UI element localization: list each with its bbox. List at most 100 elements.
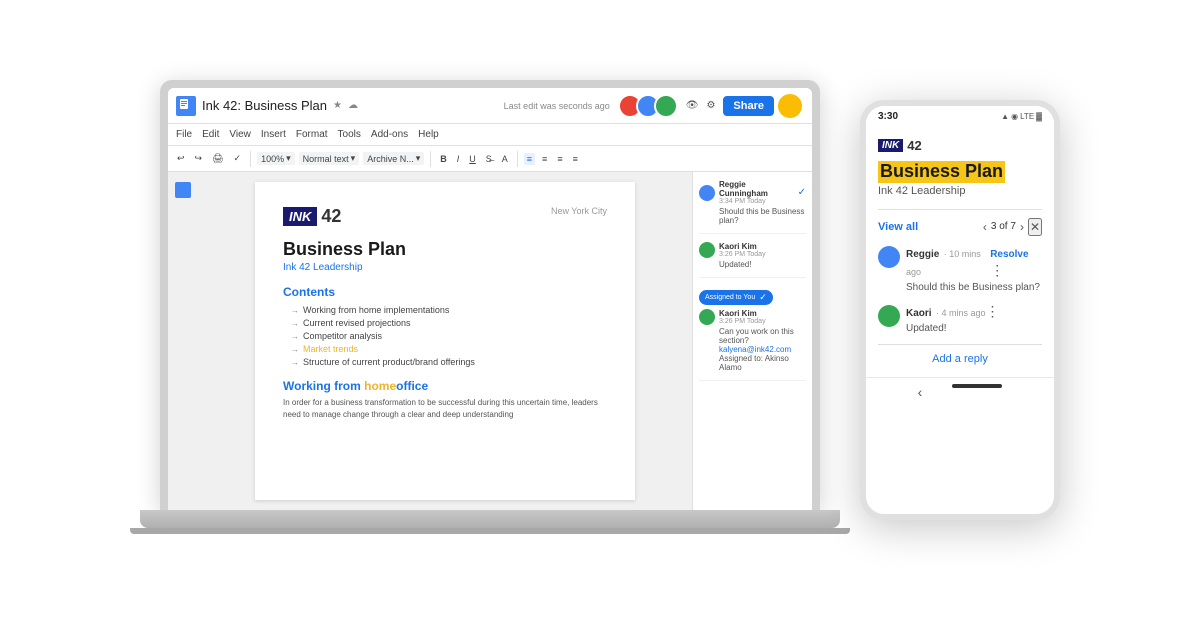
underline-button[interactable]: U [466,153,479,165]
more-options-2[interactable]: ⋮ [986,303,1000,320]
phone-divider [878,209,1042,210]
scene: Ink 42: Business Plan ★ ☁ Last edit was … [0,0,1200,628]
view-icon[interactable]: 👁 [686,100,699,111]
comment-text-1: Should this be Business plan? [719,207,806,225]
print-button[interactable]: 🖨 [209,152,226,165]
font-dropdown[interactable]: Archive N... ▾ [363,152,424,165]
phone-comment-body-2: Kaori · 4 mins ago ⋮ Updated! [906,303,1000,334]
list-item: Structure of current product/brand offer… [291,357,607,367]
phone-bottom-nav: ‹ [866,377,1054,406]
phone-nav-controls: ‹ 3 of 7 › ✕ [983,218,1042,236]
comment-avatar-1 [699,185,715,201]
docs-right-controls: Last edit was seconds ago 👁 ⚙ Share [504,92,804,120]
lte-icon: LTE [1020,112,1034,121]
close-comment-panel-button[interactable]: ✕ [1028,218,1042,236]
assigned-text: Assigned to You [705,294,755,301]
undo-button[interactable]: ↩ [174,152,188,165]
phone-comment-time-2: · 4 mins ago [936,308,986,318]
phone-doc-subtitle: Ink 42 Leadership [878,185,1042,197]
menu-edit[interactable]: Edit [202,129,219,140]
laptop-foot [130,528,850,534]
docs-page: INK 42 New York City Business Plan Ink 4… [255,182,635,500]
share-button[interactable]: Share [723,96,774,116]
assigned-badge: Assigned to You ✓ [699,290,773,305]
home-highlight: home [364,379,396,393]
menu-addons[interactable]: Add-ons [371,129,408,140]
comment-item-3: Kaori Kim 3:26 PM Today Can you work on … [699,309,806,381]
phone-avatar-2 [878,305,900,327]
docs-sidebar-left [168,172,198,510]
back-nav-button[interactable]: ‹ [918,384,923,400]
menu-tools[interactable]: Tools [338,129,361,140]
menu-help[interactable]: Help [418,129,439,140]
docs-title-area: Ink 42: Business Plan ★ ☁ [176,96,358,116]
menu-format[interactable]: Format [296,129,328,140]
menu-view[interactable]: View [229,129,251,140]
comment-check-1[interactable]: ✓ [798,187,806,198]
zoom-dropdown[interactable]: 100% ▾ [257,152,295,165]
document-title: Ink 42: Business Plan [202,98,327,113]
comment-header-1: Reggie Cunningham 3:34 PM Today ✓ [699,180,806,205]
comment-count: 3 of 7 [991,221,1016,232]
docs-comment-panel: Reggie Cunningham 3:34 PM Today ✓ Should… [692,172,812,510]
resolve-button-1[interactable]: Resolve [990,249,1028,260]
section2-title: Working from homeoffice [283,379,607,393]
comment-item-1: Reggie Cunningham 3:34 PM Today ✓ Should… [699,180,806,234]
comment-header-2: Kaori Kim 3:26 PM Today [699,242,806,258]
settings-icon[interactable]: ⚙ [706,100,715,111]
align-center-button[interactable]: ≡ [539,153,550,165]
align-justify-button[interactable]: ≡ [570,153,581,165]
bold-button[interactable]: B [437,153,450,165]
view-all-link[interactable]: View all [878,221,918,233]
star-icon[interactable]: ★ [333,100,342,111]
phone-comment-user-2: Kaori [906,308,932,319]
assigned-check-icon: ✓ [759,292,767,303]
comment-text-2: Updated! [719,260,806,269]
more-options-1[interactable]: ⋮ [990,262,1004,278]
italic-button[interactable]: I [454,153,463,165]
user-avatar [776,92,804,120]
phone-status-bar: 3:30 ▲ ◉ LTE ▓ [866,106,1054,126]
prev-comment-button[interactable]: ‹ [983,220,987,234]
docs-app-icon [176,96,196,116]
phone-comment-text-1: Should this be Business plan? [906,282,1042,293]
align-left-button[interactable]: ≡ [524,153,535,165]
docs-toolbar: Ink 42: Business Plan ★ ☁ Last edit was … [168,88,812,124]
laptop-screen: Ink 42: Business Plan ★ ☁ Last edit was … [160,80,820,510]
phone-doc-title: Business Plan [878,161,1005,183]
phone-doc-logo: INK 42 [878,138,1042,153]
text-color-button[interactable]: A [499,153,511,165]
phone-ink-number: 42 [907,138,921,153]
menu-file[interactable]: File [176,129,192,140]
comment-time-1: 3:34 PM Today [719,198,794,205]
phone-comment-2: Kaori · 4 mins ago ⋮ Updated! [878,303,1042,334]
sidebar-nav-icon[interactable] [175,182,191,198]
laptop-screen-inner: Ink 42: Business Plan ★ ☁ Last edit was … [168,88,812,510]
comment-time-3: 3:26 PM Today [719,318,766,325]
style-dropdown[interactable]: Normal text ▾ [299,152,360,165]
signal-icon: ▲ [1001,112,1009,121]
laptop-base [140,510,840,528]
cloud-icon: ☁ [348,100,358,111]
phone: 3:30 ▲ ◉ LTE ▓ INK 42 Business Plan Ink … [860,100,1060,520]
phone-comment-meta-1: Reggie · 10 mins ago [906,244,990,280]
comment-time-2: 3:26 PM Today [719,251,766,258]
strikethrough-button[interactable]: S̶ [483,153,495,165]
doc-title: Business Plan [283,239,607,260]
phone-comment-actions-1: Resolve ⋮ [990,244,1042,280]
list-item: Competitor analysis [291,331,607,341]
wifi-icon: ◉ [1011,112,1018,121]
comment-info-1: Reggie Cunningham 3:34 PM Today [719,180,794,205]
phone-view-all-row: View all ‹ 3 of 7 › ✕ [878,218,1042,236]
phone-home-indicator[interactable] [952,384,1002,388]
comment-assignee: Assigned to: Akinso Alamo [719,354,806,372]
add-reply-link[interactable]: Add a reply [878,353,1042,365]
phone-status-icons: ▲ ◉ LTE ▓ [1001,112,1042,121]
redo-button[interactable]: ↪ [192,152,206,165]
menu-insert[interactable]: Insert [261,129,286,140]
contents-title: Contents [283,285,607,299]
align-right-button[interactable]: ≡ [554,153,565,165]
spellcheck-button[interactable]: ✓ [231,152,245,165]
comment-info-2: Kaori Kim 3:26 PM Today [719,242,766,258]
next-comment-button[interactable]: › [1020,220,1024,234]
